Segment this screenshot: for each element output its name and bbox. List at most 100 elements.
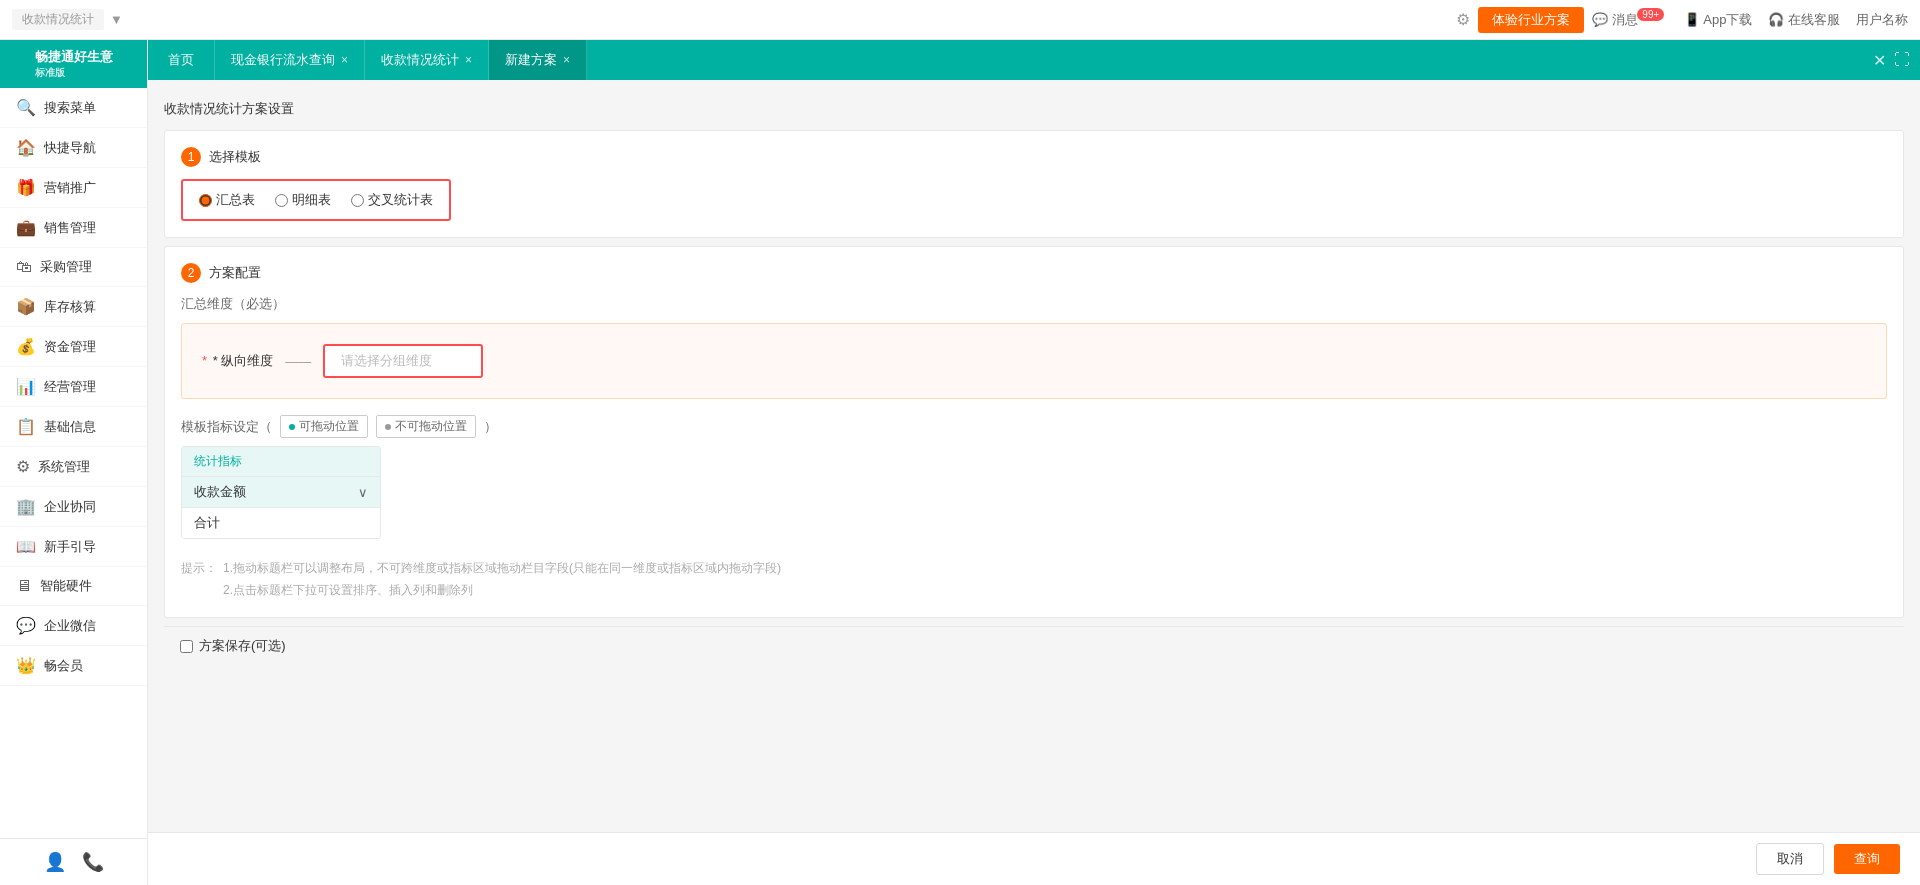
service-icon: 🎧	[1768, 12, 1784, 27]
metrics-section: 模板指标设定（ 可拖动位置 不可拖动位置 ）	[181, 415, 1887, 542]
dimension-area: * * 纵向维度 —— 请选择分组维度	[181, 323, 1887, 399]
sidebar-item-quick-nav[interactable]: 🏠 快捷导航	[0, 128, 147, 168]
inventory-icon: 📦	[16, 297, 36, 316]
step2-header: 2 方案配置	[181, 263, 1887, 283]
industry-button[interactable]: 体验行业方案	[1478, 7, 1584, 33]
sidebar-item-operations[interactable]: 📊 经营管理	[0, 367, 147, 407]
radio-cross-input[interactable]	[351, 194, 364, 207]
tab-new-plan-close[interactable]: ×	[563, 53, 570, 67]
user-name[interactable]: 用户名称	[1856, 11, 1908, 29]
save-checkbox-label[interactable]: 方案保存(可选)	[180, 637, 286, 655]
fixed-dot	[385, 424, 391, 430]
sidebar-label-sales: 销售管理	[44, 219, 96, 237]
page-content: 收款情况统计方案设置 1 选择模板 汇总表 明细表	[148, 80, 1920, 832]
wechat-icon: 💬	[16, 616, 36, 635]
collection-amount-dropdown[interactable]: ∨	[358, 485, 368, 500]
main-layout: 畅捷通好生意 标准版 🔍 搜索菜单 🏠 快捷导航 🎁 营销推广 💼 销售管理 🛍…	[0, 40, 1920, 885]
sidebar-bottom-icon2[interactable]: 📞	[82, 851, 104, 873]
quick-nav-icon: 🏠	[16, 138, 36, 157]
logo-sub: 标准版	[35, 66, 113, 80]
purchase-icon: 🛍	[16, 258, 32, 276]
tip-line-2: 提示： 2.点击标题栏下拉可设置排序、插入列和删除列	[181, 580, 1887, 602]
tab-maximize-icon[interactable]: ⛶	[1894, 51, 1910, 69]
tab-new-plan-label: 新建方案	[505, 51, 557, 69]
tab-close-icon[interactable]: ✕	[1873, 51, 1886, 70]
radio-cross-label: 交叉统计表	[368, 191, 433, 209]
tab-collection-stats[interactable]: 收款情况统计 ×	[365, 40, 489, 80]
tab-collection-stats-close[interactable]: ×	[465, 53, 472, 67]
sidebar-item-purchase[interactable]: 🛍 采购管理	[0, 248, 147, 287]
radio-detail-label: 明细表	[292, 191, 331, 209]
sidebar-item-wechat[interactable]: 💬 企业微信	[0, 606, 147, 646]
tab-bar: 首页 现金银行流水查询 × 收款情况统计 × 新建方案 × ✕ ⛶	[148, 40, 1920, 80]
content-area: 首页 现金银行流水查询 × 收款情况统计 × 新建方案 × ✕ ⛶	[148, 40, 1920, 885]
save-checkbox-input[interactable]	[180, 640, 193, 653]
sidebar-label-basic-info: 基础信息	[44, 418, 96, 436]
metrics-table: 统计指标 收款金额 ∨ 合计	[181, 446, 381, 539]
sidebar-item-sales[interactable]: 💼 销售管理	[0, 208, 147, 248]
sidebar-label-marketing: 营销推广	[44, 179, 96, 197]
radio-detail-input[interactable]	[275, 194, 288, 207]
tab-bank-flow[interactable]: 现金银行流水查询 ×	[215, 40, 365, 80]
sidebar-item-system[interactable]: ⚙ 系统管理	[0, 447, 147, 487]
draggable-label: 可拖动位置	[299, 418, 359, 435]
step1-badge: 1	[181, 147, 201, 167]
radio-cross[interactable]: 交叉统计表	[351, 191, 433, 209]
tab-bank-flow-close[interactable]: ×	[341, 53, 348, 67]
sidebar-logo: 畅捷通好生意 标准版	[0, 40, 147, 88]
hardware-icon: 🖥	[16, 577, 32, 595]
step2-panel: 2 方案配置 汇总维度（必选） * * 纵向维度 —— 请选择分组维度	[164, 246, 1904, 618]
sidebar-item-inventory[interactable]: 📦 库存核算	[0, 287, 147, 327]
notification-area[interactable]: 💬 消息 99+	[1592, 11, 1668, 29]
radio-summary-label: 汇总表	[216, 191, 255, 209]
vertical-dim-label: * * 纵向维度	[202, 352, 273, 370]
page-title: 收款情况统计方案设置	[164, 92, 1904, 130]
sidebar-item-guide[interactable]: 📖 新手引导	[0, 527, 147, 567]
dropdown-icon[interactable]: ▼	[110, 12, 123, 27]
stats-indicator-label: 统计指标	[194, 453, 242, 470]
page-wrapper: 收款情况统计方案设置 1 选择模板 汇总表 明细表	[148, 80, 1920, 885]
sidebar-item-hardware[interactable]: 🖥 智能硬件	[0, 567, 147, 606]
tip-text-2: 2.点击标题栏下拉可设置排序、插入列和删除列	[223, 580, 473, 602]
step1-panel: 1 选择模板 汇总表 明细表	[164, 130, 1904, 238]
radio-summary-input[interactable]	[199, 194, 212, 207]
header-right: 💬 消息 99+ 📱 App下载 🎧 在线客服 用户名称	[1592, 11, 1908, 29]
sales-icon: 💼	[16, 218, 36, 237]
query-button[interactable]: 查询	[1834, 844, 1900, 874]
required-mark: *	[202, 353, 207, 368]
online-service-area[interactable]: 🎧 在线客服	[1768, 11, 1840, 29]
dim-select-box[interactable]: 请选择分组维度	[323, 344, 483, 378]
sidebar: 畅捷通好生意 标准版 🔍 搜索菜单 🏠 快捷导航 🎁 营销推广 💼 销售管理 🛍…	[0, 40, 148, 885]
app-icon: 📱	[1684, 12, 1700, 27]
tab-new-plan[interactable]: 新建方案 ×	[489, 40, 587, 80]
cancel-button[interactable]: 取消	[1756, 843, 1824, 875]
radio-detail[interactable]: 明细表	[275, 191, 331, 209]
radio-summary[interactable]: 汇总表	[199, 191, 255, 209]
arrow-line: ——	[285, 354, 311, 369]
page-footer: 方案保存(可选)	[164, 626, 1904, 665]
sidebar-bottom-icon1[interactable]: 👤	[44, 851, 66, 873]
sidebar-label-purchase: 采购管理	[40, 258, 92, 276]
app-download-area[interactable]: 📱 App下载	[1684, 11, 1752, 29]
sidebar-item-member[interactable]: 👑 畅会员	[0, 646, 147, 686]
gear-icon[interactable]: ⚙	[1456, 10, 1470, 29]
system-icon: ⚙	[16, 457, 30, 476]
logo-text: 畅捷通好生意	[35, 48, 113, 66]
action-bar: 取消 查询	[148, 832, 1920, 885]
sidebar-item-search-menu[interactable]: 🔍 搜索菜单	[0, 88, 147, 128]
metrics-table-header: 统计指标	[182, 447, 380, 477]
finance-icon: 💰	[16, 337, 36, 356]
metrics-header-text: 模板指标设定（	[181, 418, 272, 436]
drag-indicator-movable: 可拖动位置	[280, 415, 368, 438]
operations-icon: 📊	[16, 377, 36, 396]
sidebar-item-basic-info[interactable]: 📋 基础信息	[0, 407, 147, 447]
tab-home[interactable]: 首页	[148, 40, 215, 80]
total-label: 合计	[194, 515, 220, 530]
notification-badge: 99+	[1637, 8, 1664, 21]
sidebar-item-marketing[interactable]: 🎁 营销推广	[0, 168, 147, 208]
tip-line-1: 提示： 1.拖动标题栏可以调整布局，不可跨维度或指标区域拖动栏目字段(只能在同一…	[181, 558, 1887, 580]
template-section: 汇总表 明细表 交叉统计表	[181, 179, 451, 221]
sidebar-item-finance[interactable]: 💰 资金管理	[0, 327, 147, 367]
metrics-row-collection-amount[interactable]: 收款金额 ∨	[182, 477, 380, 508]
sidebar-item-enterprise[interactable]: 🏢 企业协同	[0, 487, 147, 527]
